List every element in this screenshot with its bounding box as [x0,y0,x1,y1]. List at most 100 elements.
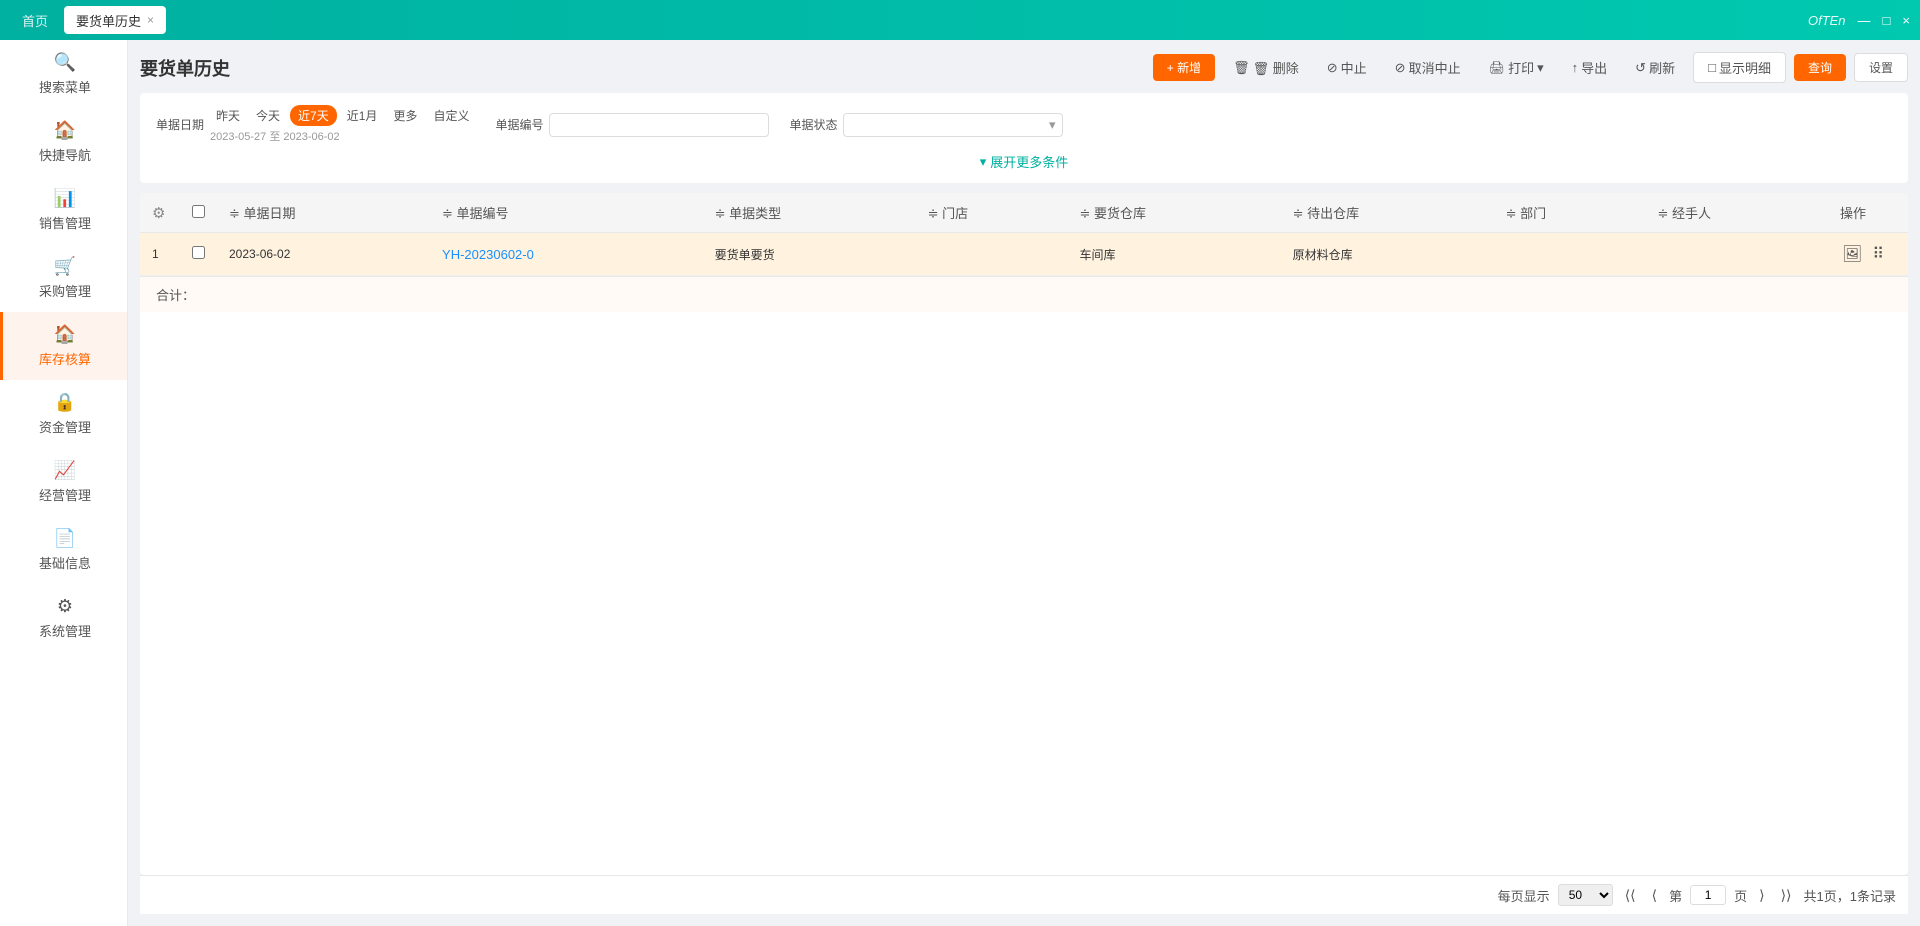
sidebar-item-basic-info[interactable]: 📄 基础信息 [0,516,127,584]
shortcut-today[interactable]: 今天 [250,105,286,126]
tab-requisition-history[interactable]: 要货单历史 × [64,6,166,34]
quick-nav-icon: 🏠 [54,120,76,141]
refresh-label: 刷新 [1649,58,1675,77]
cell-checkbox[interactable] [180,233,217,276]
cancel-stop-label: 取消中止 [1409,58,1461,77]
col-date-label: ≑ 单据日期 [229,206,296,221]
col-handler[interactable]: ≑ 经手人 [1645,193,1828,233]
page-header: 要货单历史 + 新增 🗑 🗑 删除 ⊘ 中止 ⊘ 取消中止 🖨 打印 [140,52,1908,83]
col-dept[interactable]: ≑ 部门 [1494,193,1646,233]
first-page-btn[interactable]: ⟨⟨ [1621,885,1640,906]
sidebar-item-finance[interactable]: 🔒 资金管理 [0,380,127,448]
view-icon[interactable]: 🖼 [1840,242,1864,266]
doc-no-input[interactable] [549,113,769,137]
settings-button[interactable]: 设置 [1854,53,1908,82]
col-checkbox[interactable] [180,193,217,233]
date-range-text: 2023-05-27 至 2023-06-02 [210,128,475,144]
inventory-icon: 🏠 [54,324,76,345]
expand-more: ▾ 展开更多条件 [156,152,1892,171]
row-checkbox[interactable] [192,246,205,259]
cell-store [916,233,1068,276]
more-icon[interactable]: ⠿ [1870,242,1886,266]
window-close-icon[interactable]: × [1902,13,1910,28]
col-type[interactable]: ≑ 单据类型 [703,193,916,233]
doc-no-link[interactable]: YH-20230602-0 [442,247,534,262]
col-date[interactable]: ≑ 单据日期 [217,193,430,233]
col-pending-warehouse[interactable]: ≑ 待出仓库 [1281,193,1494,233]
tab-home-label: 首页 [22,11,48,30]
sidebar-item-label: 系统管理 [39,621,91,640]
delete-button[interactable]: 🗑 🗑 删除 [1223,54,1309,81]
col-ops: 操作 [1828,193,1908,233]
date-filter: 单据日期 昨天 今天 近7天 近1月 更多 自定义 2023-05-27 至 2… [156,105,475,144]
page-input[interactable] [1690,885,1726,905]
sidebar: 🔍 搜索菜单 🏠 快捷导航 📊 销售管理 🛒 采购管理 🏠 库存核算 🔒 资金管… [0,40,128,926]
delete-label: 🗑 删除 [1253,58,1299,77]
stop-button[interactable]: ⊘ 中止 [1317,54,1377,81]
col-dept-label: ≑ 部门 [1506,206,1547,221]
tab-home[interactable]: 首页 [10,6,60,34]
query-button[interactable]: 查询 [1794,54,1846,81]
col-settings[interactable]: ⚙ [140,193,180,233]
sidebar-item-label: 经营管理 [39,485,91,504]
sidebar-item-inventory[interactable]: 🏠 库存核算 [0,312,127,380]
sidebar-item-purchase[interactable]: 🛒 采购管理 [0,244,127,312]
col-no[interactable]: ≑ 单据编号 [430,193,703,233]
often-label: OfTEn [1808,13,1846,28]
refresh-button[interactable]: ↺ 刷新 [1625,54,1685,81]
sidebar-item-sys-mgmt[interactable]: ⚙ 系统管理 [0,584,127,652]
last-page-btn[interactable]: ⟩⟩ [1777,885,1796,906]
status-input[interactable] [843,113,1063,137]
expand-label: 展开更多条件 [990,152,1068,171]
page-label: 页 [1734,886,1747,905]
export-label: 导出 [1581,58,1607,77]
settings-gear-icon[interactable]: ⚙ [152,205,165,222]
cell-no: YH-20230602-0 [430,233,703,276]
cell-dept [1494,233,1646,276]
expand-btn[interactable]: ▾ 展开更多条件 [980,152,1069,171]
filter-row: 单据日期 昨天 今天 近7天 近1月 更多 自定义 2023-05-27 至 2… [156,105,1892,144]
shortcut-yesterday[interactable]: 昨天 [210,105,246,126]
tab-requisition-history-label: 要货单历史 [76,11,141,30]
date-filter-label: 单据日期 [156,116,204,133]
doc-no-label: 单据编号 [495,116,543,133]
col-req-warehouse[interactable]: ≑ 要货仓库 [1068,193,1281,233]
sidebar-item-sales[interactable]: 📊 销售管理 [0,176,127,244]
show-detail-button[interactable]: □ 显示明细 [1693,52,1786,83]
tab-close-icon[interactable]: × [147,13,154,27]
sidebar-item-ops[interactable]: 📈 经营管理 [0,448,127,516]
shortcut-custom[interactable]: 自定义 [427,105,475,126]
finance-icon: 🔒 [54,392,76,413]
toolbar: + 新增 🗑 🗑 删除 ⊘ 中止 ⊘ 取消中止 🖨 打印 ▾ [1153,52,1908,83]
delete-icon: 🗑 [1233,60,1250,76]
sidebar-item-label: 采购管理 [39,281,91,300]
ops-icon: 📈 [54,460,76,481]
cell-req-warehouse: 车间库 [1068,233,1281,276]
cell-idx: 1 [140,233,180,276]
new-button[interactable]: + 新增 [1153,54,1215,81]
prev-page-btn[interactable]: ⟨ [1648,885,1661,906]
cell-type: 要货单要货 [703,233,916,276]
per-page-select[interactable]: 20 50 100 200 [1558,884,1613,906]
cancel-stop-button[interactable]: ⊘ 取消中止 [1385,54,1471,81]
maximize-icon[interactable]: □ [1883,13,1891,28]
col-store[interactable]: ≑ 门店 [916,193,1068,233]
print-dropdown-icon: ▾ [1537,60,1544,76]
select-all-checkbox[interactable] [192,205,205,218]
export-button[interactable]: ↑ 导出 [1562,54,1618,81]
sidebar-item-label: 快捷导航 [39,145,91,164]
sidebar-item-label: 搜索菜单 [39,77,91,96]
shortcut-1month[interactable]: 近1月 [341,105,384,126]
sidebar-item-search-menu[interactable]: 🔍 搜索菜单 [0,40,127,108]
next-page-btn[interactable]: ⟩ [1755,885,1768,906]
minimize-icon[interactable]: — [1858,13,1871,28]
status-filter: 单据状态 ▾ [789,113,1063,137]
shortcut-7days[interactable]: 近7天 [290,105,337,126]
col-handler-label: ≑ 经手人 [1657,206,1711,221]
cell-date: 2023-06-02 [217,233,430,276]
sidebar-item-quick-nav[interactable]: 🏠 快捷导航 [0,108,127,176]
sidebar-item-label: 基础信息 [39,553,91,572]
shortcut-more[interactable]: 更多 [387,105,423,126]
print-button[interactable]: 🖨 打印 ▾ [1479,54,1554,81]
col-ops-label: 操作 [1840,206,1866,221]
